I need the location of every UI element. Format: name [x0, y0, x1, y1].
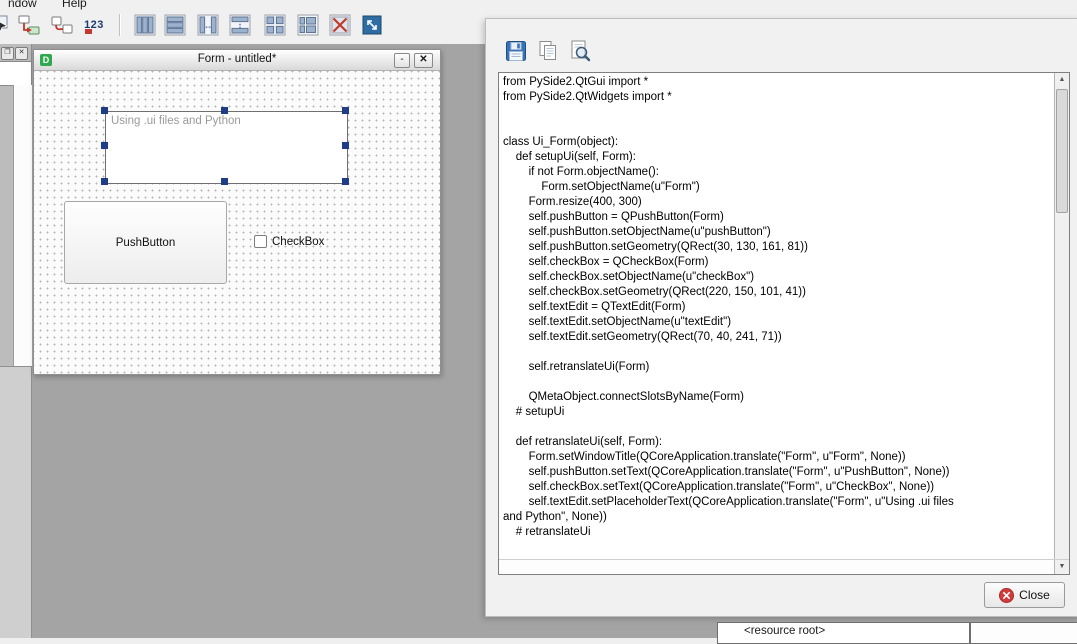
selection-handle[interactable] — [221, 107, 228, 114]
selection-handle[interactable] — [342, 178, 349, 185]
textedit-placeholder: Using .ui files and Python — [111, 115, 241, 127]
pushbutton-widget[interactable]: PushButton — [64, 201, 227, 284]
form-window-title: Form - untitled* — [34, 53, 440, 65]
svg-text:↔: ↔ — [204, 21, 213, 31]
selection-handle[interactable] — [221, 178, 228, 185]
textedit-widget[interactable]: Using .ui files and Python — [105, 111, 348, 184]
adjust-size-icon[interactable] — [359, 12, 385, 38]
close-circle-icon — [999, 588, 1014, 603]
layout-horizontal-icon[interactable] — [132, 12, 158, 38]
layout-vertical-icon[interactable] — [162, 12, 188, 38]
generated-python-code[interactable]: from PySide2.QtGui import * from PySide2… — [499, 73, 1054, 560]
form-canvas[interactable]: Using .ui files and Python PushButton Ch… — [34, 71, 440, 374]
tab-order-glyph: 123 — [83, 14, 105, 36]
resource-root-item[interactable]: <resource root> — [717, 622, 970, 644]
minimize-icon: - — [400, 54, 403, 65]
break-layout-icon[interactable] — [327, 12, 353, 38]
checkbox-widget[interactable]: CheckBox — [254, 221, 355, 262]
dock-close-icon: ✕ — [19, 49, 25, 56]
form-close-button[interactable]: ✕ — [414, 53, 433, 68]
resource-root-label: <resource root> — [744, 625, 825, 637]
edit-buddies-icon[interactable] — [49, 12, 75, 38]
checkbox-indicator[interactable] — [254, 235, 267, 248]
horizontal-scrollbar-area — [499, 559, 1069, 574]
form-window-titlebar[interactable]: D Form - untitled* - ✕ — [34, 50, 440, 71]
tab-order-red-mark — [85, 29, 92, 34]
scroll-up-icon: ▲ — [1059, 76, 1066, 83]
scrollbar-thumb[interactable] — [1056, 89, 1068, 213]
dock-float-button[interactable]: ❐ — [1, 47, 14, 60]
layout-vertical-splitter-icon[interactable]: ↕ — [227, 12, 253, 38]
form-minimize-button[interactable]: - — [394, 53, 410, 68]
menubar: ndow Help — [8, 0, 109, 10]
close-button[interactable]: Close — [984, 582, 1065, 608]
widget-box-filter-input[interactable] — [0, 61, 32, 86]
edit-widgets-icon[interactable] — [0, 12, 13, 38]
selection-handle[interactable] — [101, 178, 108, 185]
close-button-label: Close — [1019, 588, 1050, 602]
find-icon[interactable] — [567, 38, 593, 64]
toolbar-separator — [119, 14, 121, 36]
selection-handle[interactable] — [101, 107, 108, 114]
form-editor-window: D Form - untitled* - ✕ Using .ui files a… — [33, 49, 441, 375]
scroll-up-button[interactable]: ▲ — [1055, 73, 1069, 87]
save-icon[interactable] — [503, 38, 529, 64]
widget-box-dock: ❐ ✕ — [0, 44, 32, 638]
checkbox-label: CheckBox — [272, 236, 324, 248]
widget-box-list[interactable] — [13, 85, 32, 366]
svg-text:↕: ↕ — [238, 21, 243, 31]
menu-item-help[interactable]: Help — [62, 0, 87, 10]
code-viewer: from PySide2.QtGui import * from PySide2… — [498, 72, 1070, 575]
layout-grid-icon[interactable] — [262, 12, 288, 38]
close-icon: ✕ — [419, 54, 427, 65]
selection-handle[interactable] — [342, 107, 349, 114]
resource-side-panel — [970, 622, 1077, 644]
dock-float-icon: ❐ — [4, 49, 10, 56]
layout-horizontal-splitter-icon[interactable]: ↔ — [195, 12, 221, 38]
dock-lower-panel — [0, 367, 31, 638]
layout-form-icon[interactable] — [295, 12, 321, 38]
vertical-scrollbar[interactable]: ▲ — [1054, 73, 1069, 560]
code-preview-dialog: from PySide2.QtGui import * from PySide2… — [485, 18, 1077, 617]
selection-handle[interactable] — [101, 142, 108, 149]
selection-handle[interactable] — [342, 142, 349, 149]
menu-item-window[interactable]: ndow — [8, 0, 37, 10]
edit-signals-slots-icon[interactable] — [16, 12, 42, 38]
edit-tab-order-icon[interactable]: 123 — [81, 12, 107, 38]
scroll-down-button[interactable]: ▼ — [1054, 560, 1069, 574]
pushbutton-label: PushButton — [116, 237, 175, 249]
scroll-down-icon: ▼ — [1059, 563, 1066, 570]
copy-icon[interactable] — [535, 38, 561, 64]
dock-close-button[interactable]: ✕ — [15, 47, 28, 60]
